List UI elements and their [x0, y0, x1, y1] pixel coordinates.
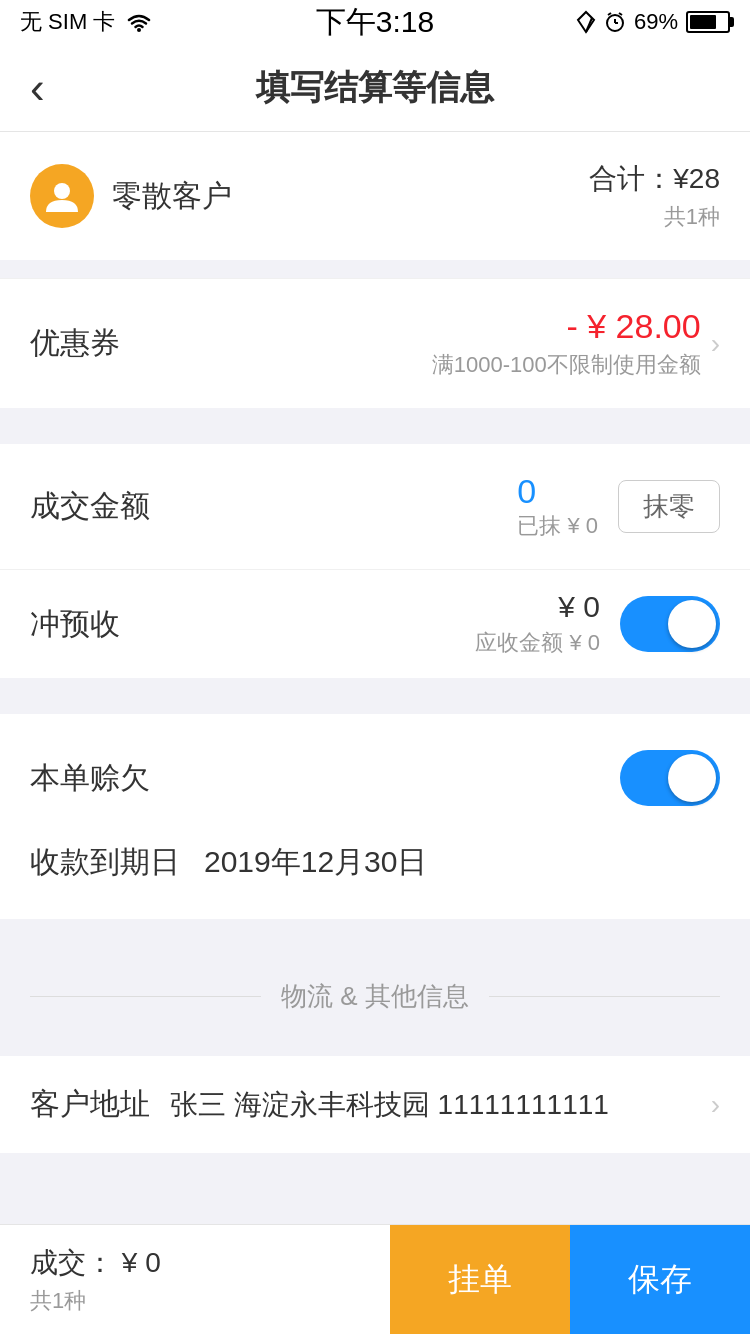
customer-avatar — [30, 164, 94, 228]
customer-name: 零散客户 — [112, 176, 232, 217]
hang-button[interactable]: 挂单 — [390, 1225, 570, 1334]
precharge-right: ¥ 0 应收金额 ¥ 0 — [475, 590, 720, 658]
coupon-amount: - ¥ 28.00 — [432, 307, 701, 346]
wifi-icon — [125, 12, 153, 32]
due-date-label: 收款到期日 — [30, 842, 180, 883]
logistics-header: 物流 & 其他信息 — [0, 955, 750, 1038]
section-divider-1 — [0, 426, 750, 444]
svg-line-5 — [619, 13, 622, 15]
chevron-right-icon: › — [711, 328, 720, 360]
address-row[interactable]: 客户地址 张三 海淀永丰科技园 11111111111 › — [0, 1056, 750, 1153]
address-chevron-icon: › — [711, 1089, 720, 1121]
coupon-value: - ¥ 28.00 满1000-100不限制使用金额 — [432, 307, 701, 380]
precharge-toggle[interactable] — [620, 596, 720, 652]
bottom-count: 共1种 — [30, 1286, 360, 1316]
debt-toggle[interactable] — [620, 750, 720, 806]
precharge-amount-block: ¥ 0 应收金额 ¥ 0 — [475, 590, 600, 658]
transaction-label: 成交金额 — [30, 486, 150, 527]
status-bar: 无 SIM 卡 下午3:18 69% — [0, 0, 750, 44]
transaction-amount-value: 0 — [517, 472, 598, 511]
precharge-amount: ¥ 0 — [475, 590, 600, 624]
transaction-sub-text: 已抹 ¥ 0 — [517, 511, 598, 541]
battery-icon — [686, 11, 730, 33]
address-section: 客户地址 张三 海淀永丰科技园 11111111111 › — [0, 1056, 750, 1153]
address-label: 客户地址 — [30, 1084, 170, 1125]
precharge-row: 冲预收 ¥ 0 应收金额 ¥ 0 — [0, 570, 750, 678]
section-divider-2 — [0, 696, 750, 714]
signal-text: 无 SIM 卡 — [20, 7, 115, 37]
svg-point-6 — [54, 183, 70, 199]
debt-section: 本单赊欠 收款到期日 2019年12月30日 — [0, 714, 750, 919]
alarm-icon — [604, 11, 626, 33]
customer-right: 合计：¥28 共1种 — [589, 160, 720, 232]
coupon-desc: 满1000-100不限制使用金额 — [432, 350, 701, 380]
back-button[interactable]: ‹ — [30, 66, 45, 110]
location-icon — [576, 10, 596, 34]
customer-row: 零散客户 合计：¥28 共1种 — [0, 132, 750, 260]
customer-total: 合计：¥28 — [589, 160, 720, 198]
coupon-row[interactable]: 优惠券 - ¥ 28.00 满1000-100不限制使用金额 › — [0, 278, 750, 408]
status-bar-time: 下午3:18 — [316, 2, 434, 43]
toggle-knob — [668, 600, 716, 648]
bottom-deal: 成交： ¥ 0 — [30, 1244, 360, 1282]
battery-percent: 69% — [634, 9, 678, 35]
debt-row: 本单赊欠 — [0, 714, 750, 842]
transaction-section: 成交金额 0 已抹 ¥ 0 抹零 冲预收 ¥ 0 应收金额 ¥ 0 — [0, 444, 750, 678]
page-title: 填写结算等信息 — [256, 65, 494, 111]
debt-label: 本单赊欠 — [30, 758, 150, 799]
debt-toggle-knob — [668, 754, 716, 802]
precharge-sub: 应收金额 ¥ 0 — [475, 628, 600, 658]
round-button[interactable]: 抹零 — [618, 480, 720, 533]
due-date-row: 收款到期日 2019年12月30日 — [0, 842, 750, 919]
user-icon — [42, 176, 82, 216]
svg-line-4 — [608, 13, 611, 15]
customer-section: 零散客户 合计：¥28 共1种 — [0, 132, 750, 260]
deal-amount: ¥ 0 — [122, 1247, 161, 1278]
due-date-value: 2019年12月30日 — [204, 842, 427, 883]
nav-bar: ‹ 填写结算等信息 — [0, 44, 750, 132]
section-divider-3 — [0, 937, 750, 955]
coupon-label: 优惠券 — [30, 323, 120, 364]
svg-point-0 — [137, 28, 141, 32]
deal-label: 成交： — [30, 1247, 114, 1278]
status-bar-left: 无 SIM 卡 — [20, 7, 153, 37]
bottom-buttons: 挂单 保存 — [390, 1225, 750, 1334]
logistics-label: 物流 & 其他信息 — [281, 979, 469, 1014]
customer-count: 共1种 — [589, 202, 720, 232]
logistics-section: 物流 & 其他信息 — [0, 955, 750, 1038]
bottom-info: 成交： ¥ 0 共1种 — [0, 1244, 390, 1316]
transaction-right: 0 已抹 ¥ 0 抹零 — [517, 472, 720, 541]
coupon-section: 优惠券 - ¥ 28.00 满1000-100不限制使用金额 › — [0, 278, 750, 408]
customer-left: 零散客户 — [30, 164, 232, 228]
transaction-amount-row: 成交金额 0 已抹 ¥ 0 抹零 — [0, 444, 750, 570]
precharge-label: 冲预收 — [30, 604, 120, 645]
bottom-bar: 成交： ¥ 0 共1种 挂单 保存 — [0, 1224, 750, 1334]
address-value: 张三 海淀永丰科技园 11111111111 — [170, 1086, 711, 1124]
save-button[interactable]: 保存 — [570, 1225, 750, 1334]
status-bar-right: 69% — [576, 9, 730, 35]
coupon-right: - ¥ 28.00 满1000-100不限制使用金额 › — [432, 307, 720, 380]
